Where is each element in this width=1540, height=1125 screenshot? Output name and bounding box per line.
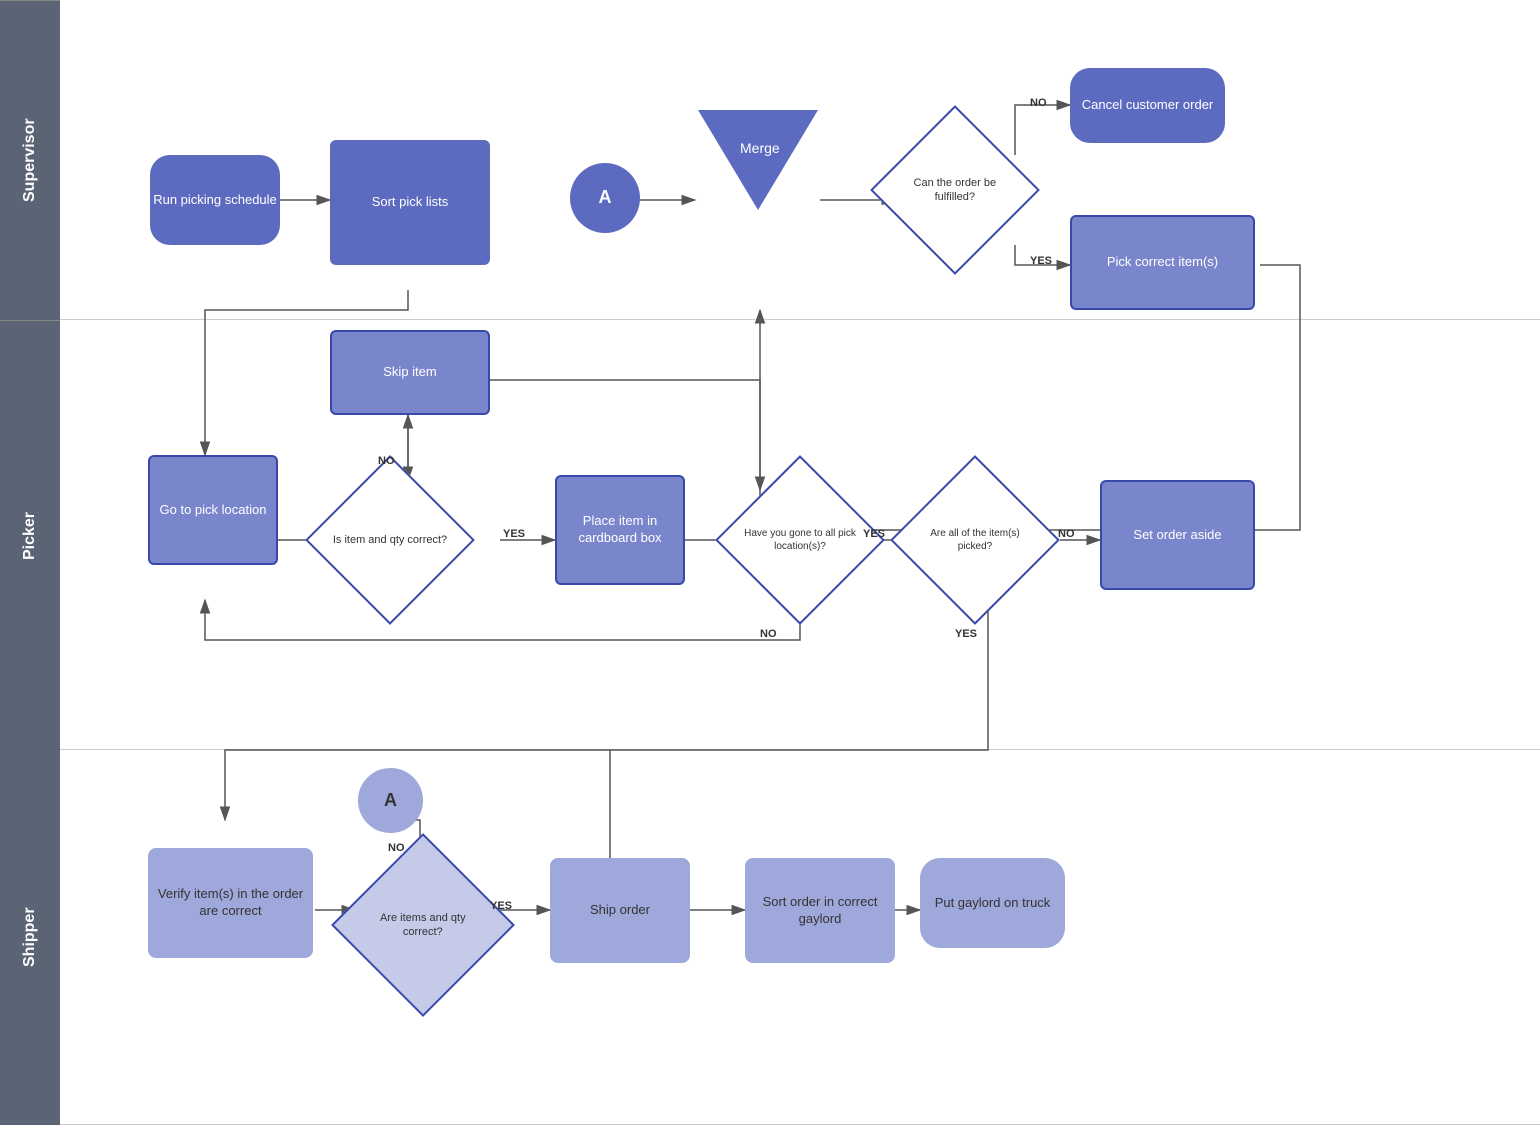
skip-item[interactable]: Skip item xyxy=(330,330,490,415)
shipper-label: Shipper xyxy=(0,750,60,1125)
no-label-cancel: NO xyxy=(1030,97,1047,109)
ship-order[interactable]: Ship order xyxy=(550,858,690,963)
diagram-area: Run picking schedule Sort pick lists A M… xyxy=(60,0,1540,1125)
no-label-allpick: NO xyxy=(760,628,777,640)
pick-correct-items[interactable]: Pick correct item(s) xyxy=(1070,215,1255,310)
yes-label-pick: YES xyxy=(1030,255,1052,267)
set-order-aside[interactable]: Set order aside xyxy=(1100,480,1255,590)
main-container: Supervisor Picker Shipper xyxy=(0,0,1540,1125)
run-picking-schedule[interactable]: Run picking schedule xyxy=(150,155,280,245)
no-label-shipper: NO xyxy=(388,842,405,854)
connector-a-supervisor[interactable]: A xyxy=(570,163,640,233)
sort-order-gaylord[interactable]: Sort order in correct gaylord xyxy=(745,858,895,963)
verify-items-order[interactable]: Verify item(s) in the order are correct xyxy=(148,848,313,958)
go-pick-location[interactable]: Go to pick location xyxy=(148,455,278,565)
yes-label-place: YES xyxy=(503,528,525,540)
place-item-cardboard[interactable]: Place item in cardboard box xyxy=(555,475,685,585)
picker-label: Picker xyxy=(0,320,60,750)
no-label-items: NO xyxy=(1058,528,1075,540)
no-label-skip: NO xyxy=(378,455,395,467)
sort-pick-lists[interactable]: Sort pick lists xyxy=(330,140,490,265)
supervisor-label: Supervisor xyxy=(0,0,60,320)
cancel-customer-order[interactable]: Cancel customer order xyxy=(1070,68,1225,143)
swimlane-labels: Supervisor Picker Shipper xyxy=(0,0,60,1125)
connector-a-shipper[interactable]: A xyxy=(358,768,423,833)
yes-label-allpick: YES xyxy=(863,528,885,540)
put-gaylord-truck[interactable]: Put gaylord on truck xyxy=(920,858,1065,948)
yes-label-all-items: YES xyxy=(955,628,977,640)
yes-label-ship: YES xyxy=(490,900,512,912)
